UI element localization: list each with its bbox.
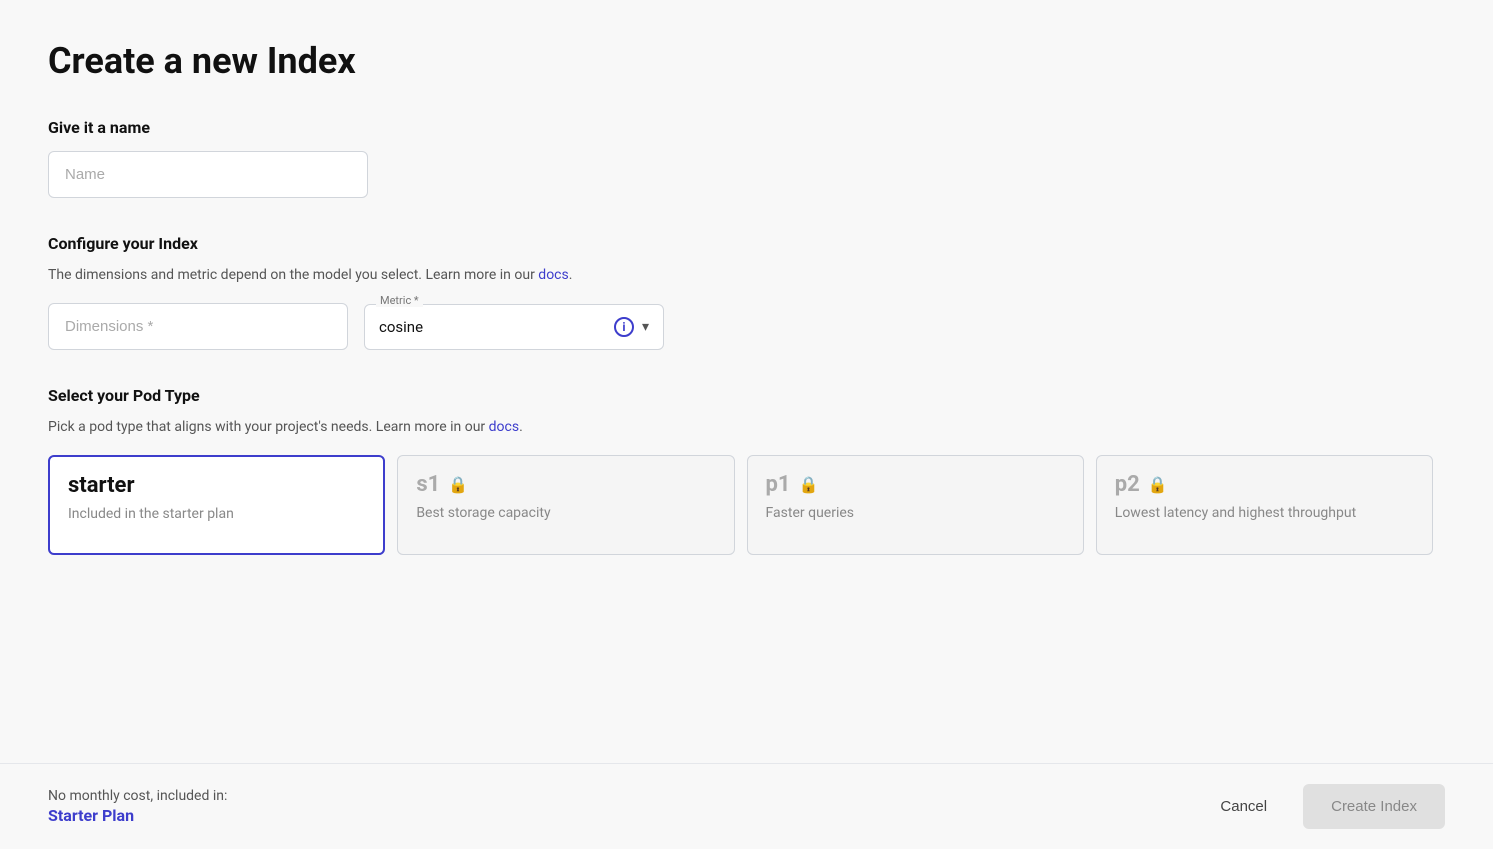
- pod-card-p2-name: p2: [1115, 472, 1140, 497]
- pod-desc-prefix: Pick a pod type that aligns with your pr…: [48, 419, 489, 435]
- create-index-button[interactable]: Create Index: [1303, 784, 1445, 829]
- pod-card-starter[interactable]: starter Included in the starter plan: [48, 455, 385, 555]
- pod-card-p1[interactable]: p1 🔒 Faster queries: [747, 455, 1084, 555]
- metric-label: Metric *: [376, 294, 423, 307]
- pod-card-p2-desc: Lowest latency and highest throughput: [1115, 505, 1414, 521]
- pod-card-p1-header: p1 🔒: [766, 472, 1065, 497]
- cancel-button[interactable]: Cancel: [1204, 788, 1283, 825]
- pod-section: Select your Pod Type Pick a pod type tha…: [48, 386, 1445, 555]
- metric-select-container: Metric * cosine i ▾: [364, 304, 664, 350]
- configure-description: The dimensions and metric depend on the …: [48, 267, 1445, 283]
- metric-select-wrapper[interactable]: cosine i ▾: [364, 304, 664, 350]
- pod-card-starter-name: starter: [68, 473, 135, 498]
- pod-card-s1[interactable]: s1 🔒 Best storage capacity: [397, 455, 734, 555]
- name-section: Give it a name: [48, 118, 1445, 198]
- page-container: Create a new Index Give it a name Config…: [0, 0, 1493, 555]
- pod-description: Pick a pod type that aligns with your pr…: [48, 419, 1445, 435]
- chevron-down-icon: ▾: [642, 319, 649, 335]
- dimensions-input[interactable]: [48, 303, 348, 350]
- pod-card-p2[interactable]: p2 🔒 Lowest latency and highest throughp…: [1096, 455, 1433, 555]
- page-title: Create a new Index: [48, 40, 1445, 82]
- lock-icon-s1: 🔒: [448, 475, 468, 494]
- fields-row: Metric * cosine i ▾: [48, 303, 1445, 350]
- metric-icons: i ▾: [614, 317, 649, 337]
- pod-card-s1-name: s1: [416, 472, 440, 497]
- pod-card-p1-desc: Faster queries: [766, 505, 1065, 521]
- cost-info: No monthly cost, included in: Starter Pl…: [48, 788, 227, 825]
- pod-card-starter-desc: Included in the starter plan: [68, 506, 365, 522]
- cost-label: No monthly cost, included in:: [48, 788, 227, 804]
- pod-card-s1-header: s1 🔒: [416, 472, 715, 497]
- pod-desc-suffix: .: [519, 419, 523, 435]
- pod-card-starter-header: starter: [68, 473, 365, 498]
- info-icon[interactable]: i: [614, 317, 634, 337]
- lock-icon-p2: 🔒: [1148, 475, 1168, 494]
- metric-value: cosine: [379, 318, 614, 336]
- configure-section: Configure your Index The dimensions and …: [48, 234, 1445, 350]
- pod-card-s1-desc: Best storage capacity: [416, 505, 715, 521]
- pod-section-label: Select your Pod Type: [48, 386, 1445, 405]
- footer-actions: Cancel Create Index: [1204, 784, 1445, 829]
- configure-section-label: Configure your Index: [48, 234, 1445, 253]
- configure-desc-suffix: .: [569, 267, 573, 283]
- configure-desc-prefix: The dimensions and metric depend on the …: [48, 267, 538, 283]
- pod-cards: starter Included in the starter plan s1 …: [48, 455, 1445, 555]
- pod-card-p2-header: p2 🔒: [1115, 472, 1414, 497]
- name-section-label: Give it a name: [48, 118, 1445, 137]
- configure-docs-link[interactable]: docs: [538, 267, 568, 283]
- lock-icon-p1: 🔒: [799, 475, 819, 494]
- footer: No monthly cost, included in: Starter Pl…: [0, 763, 1493, 849]
- name-input[interactable]: [48, 151, 368, 198]
- pod-card-p1-name: p1: [766, 472, 791, 497]
- plan-name-link[interactable]: Starter Plan: [48, 806, 227, 825]
- pod-docs-link[interactable]: docs: [489, 419, 519, 435]
